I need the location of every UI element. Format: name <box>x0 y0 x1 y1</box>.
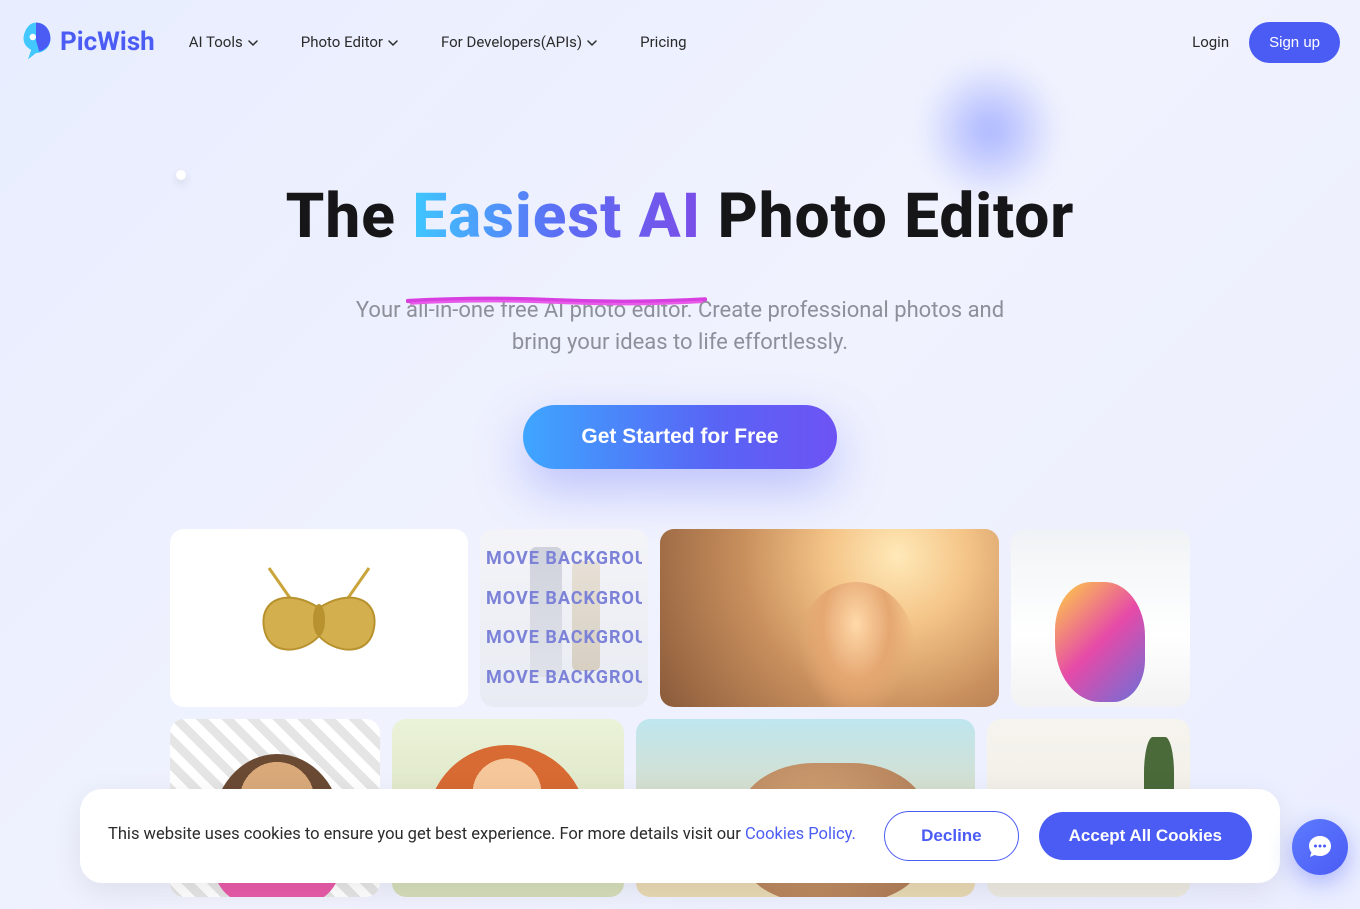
cookie-accept-button[interactable]: Accept All Cookies <box>1039 812 1252 860</box>
cookie-banner: This website uses cookies to ensure you … <box>80 789 1280 883</box>
nav-photo-editor[interactable]: Photo Editor <box>301 33 399 51</box>
logo[interactable]: PicWish <box>20 21 155 63</box>
hero-title-highlight: Easiest AI <box>412 180 701 253</box>
nav-for-developers[interactable]: For Developers(APIs) <box>441 33 598 51</box>
watermark-line: MOVE BACKGROU <box>486 667 642 688</box>
header-auth: Login Sign up <box>1192 22 1340 63</box>
cookie-message: This website uses cookies to ensure you … <box>108 825 745 844</box>
logo-text: PicWish <box>60 27 155 57</box>
gallery-tile-festival[interactable] <box>660 529 999 707</box>
get-started-button[interactable]: Get Started for Free <box>523 405 836 469</box>
chevron-down-icon <box>387 37 399 49</box>
cookie-text: This website uses cookies to ensure you … <box>108 823 864 848</box>
site-header: PicWish AI Tools Photo Editor For Develo… <box>0 0 1360 84</box>
hero-title-suffix: Photo Editor <box>701 180 1074 253</box>
gallery-tile-watermark[interactable]: MOVE BACKGROU MOVE BACKGROU MOVE BACKGRO… <box>480 529 648 707</box>
watermark-line: MOVE BACKGROU <box>486 548 642 569</box>
cookies-policy-link[interactable]: Cookies Policy. <box>745 825 856 844</box>
chat-icon <box>1306 833 1334 861</box>
chat-button[interactable] <box>1292 819 1348 875</box>
gallery-row: MOVE BACKGROU MOVE BACKGROU MOVE BACKGRO… <box>170 529 1190 707</box>
hero-highlight-text: Easiest AI <box>412 180 701 253</box>
nav-label: Pricing <box>640 33 686 51</box>
watermark-line: MOVE BACKGROU <box>486 627 642 648</box>
gallery-tile-necklace[interactable] <box>170 529 468 707</box>
gallery-tile-skier[interactable] <box>1011 529 1190 707</box>
nav-ai-tools[interactable]: AI Tools <box>189 33 259 51</box>
hero-title-prefix: The <box>286 180 413 253</box>
nav-label: AI Tools <box>189 33 243 51</box>
highlight-underline-icon <box>406 249 707 259</box>
hero-title: The Easiest AI Photo Editor <box>286 180 1075 253</box>
nav-label: Photo Editor <box>301 33 383 51</box>
signup-button[interactable]: Sign up <box>1249 22 1340 63</box>
logo-icon <box>20 21 52 63</box>
cookie-decline-button[interactable]: Decline <box>884 811 1018 861</box>
main-nav: AI Tools Photo Editor For Developers(API… <box>189 33 687 51</box>
hero-subtitle-line2: bring your ideas to life effortlessly. <box>512 330 848 355</box>
nav-label: For Developers(APIs) <box>441 33 582 51</box>
butterfly-icon <box>170 529 468 707</box>
hero: The Easiest AI Photo Editor Your all-in-… <box>0 84 1360 469</box>
login-link[interactable]: Login <box>1192 33 1229 51</box>
watermark-line: MOVE BACKGROU <box>486 588 642 609</box>
chevron-down-icon <box>586 37 598 49</box>
chevron-down-icon <box>247 37 259 49</box>
watermark-text: MOVE BACKGROU MOVE BACKGROU MOVE BACKGRO… <box>480 529 648 707</box>
nav-pricing[interactable]: Pricing <box>640 33 686 51</box>
